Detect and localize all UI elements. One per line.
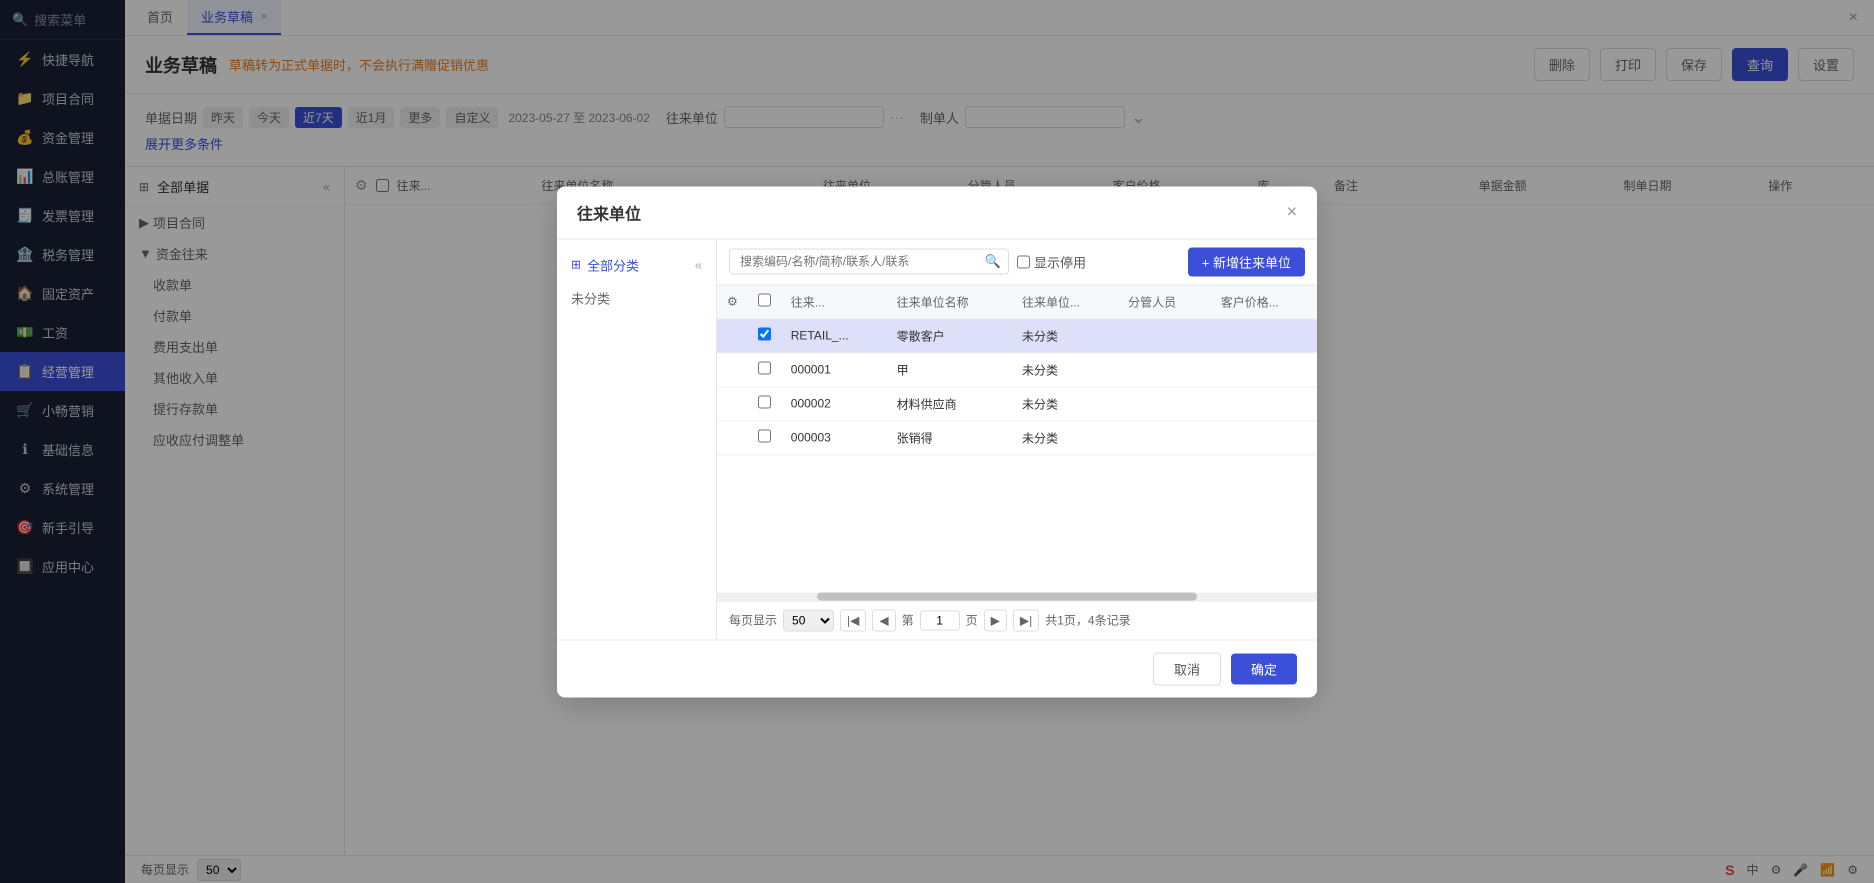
row-category-0: 未分类 xyxy=(1012,319,1118,353)
table-row[interactable]: 000001 甲 未分类 xyxy=(717,353,1317,387)
table-header-row: ⚙ 往来... 往来单位名称 往来单位... 分管人员 客户价格... xyxy=(717,285,1317,319)
dialog-main: 🔍 显示停用 + 新增往来单位 ⚙ 往来... 往来单位名称 xyxy=(717,239,1317,639)
table-row[interactable]: 000003 张销得 未分类 xyxy=(717,421,1317,455)
sidebar-grid-icon: ⊞ xyxy=(571,258,581,272)
dialog-sidebar-header: ⊞ 全部分类 « xyxy=(557,247,716,282)
cancel-button[interactable]: 取消 xyxy=(1153,652,1221,685)
dialog-sidebar-unclassified[interactable]: 未分类 xyxy=(557,282,716,313)
dialog-search-icon: 🔍 xyxy=(985,254,1001,270)
col-category-header: 往来单位... xyxy=(1012,285,1118,319)
dialog-close-btn[interactable]: × xyxy=(1286,202,1297,223)
col-check-header xyxy=(748,285,781,319)
dialog-scrollbar-thumb[interactable] xyxy=(817,592,1197,600)
row-category-1: 未分类 xyxy=(1012,353,1118,387)
row-price-1 xyxy=(1211,353,1317,387)
row-manager-1 xyxy=(1118,353,1211,387)
row-checkbox-1[interactable] xyxy=(758,362,771,375)
col-price-header: 客户价格... xyxy=(1211,285,1317,319)
table-row[interactable]: 000002 材料供应商 未分类 xyxy=(717,387,1317,421)
row-code-1: 000001 xyxy=(781,353,887,387)
counterpart-dialog: 往来单位 × ⊞ 全部分类 « 未分类 🔍 显示停用 xyxy=(557,186,1317,697)
row-price-2 xyxy=(1211,387,1317,421)
dialog-table: ⚙ 往来... 往来单位名称 往来单位... 分管人员 客户价格... RETA… xyxy=(717,285,1317,592)
row-name-1: 甲 xyxy=(887,353,1012,387)
col-manager-header: 分管人员 xyxy=(1118,285,1211,319)
row-code-3: 000003 xyxy=(781,421,887,455)
total-label: 共1页，4条记录 xyxy=(1045,612,1130,629)
first-page-btn[interactable]: |◀ xyxy=(840,609,866,631)
row-check-3 xyxy=(748,421,781,455)
dialog-scrollbar-area xyxy=(717,592,1317,600)
show-disabled-checkbox[interactable] xyxy=(1017,255,1030,268)
show-disabled-text: 显示停用 xyxy=(1034,252,1086,271)
col-name-header: 往来单位名称 xyxy=(887,285,1012,319)
dialog-toolbar: 🔍 显示停用 + 新增往来单位 xyxy=(717,239,1317,285)
row-name-3: 张销得 xyxy=(887,421,1012,455)
row-check-0 xyxy=(748,319,781,353)
dialog-sidebar-unclassified-label: 未分类 xyxy=(571,291,610,306)
row-settings-1 xyxy=(717,353,748,387)
row-checkbox-0[interactable] xyxy=(758,328,771,341)
row-manager-2 xyxy=(1118,387,1211,421)
add-counterpart-btn[interactable]: + 新增往来单位 xyxy=(1188,247,1305,276)
dialog-search-wrap: 🔍 xyxy=(729,249,1009,275)
row-manager-3 xyxy=(1118,421,1211,455)
row-code-0: RETAIL_... xyxy=(781,319,887,353)
row-name-0: 零散客户 xyxy=(887,319,1012,353)
dialog-sidebar-title: 全部分类 xyxy=(587,255,639,274)
show-disabled-label[interactable]: 显示停用 xyxy=(1017,252,1086,271)
row-settings-0 xyxy=(717,319,748,353)
page-suffix: 页 xyxy=(966,612,978,629)
row-category-2: 未分类 xyxy=(1012,387,1118,421)
prev-page-btn[interactable]: ◀ xyxy=(872,609,895,631)
row-code-2: 000002 xyxy=(781,387,887,421)
row-price-3 xyxy=(1211,421,1317,455)
table-row[interactable]: RETAIL_... 零散客户 未分类 xyxy=(717,319,1317,353)
row-checkbox-2[interactable] xyxy=(758,396,771,409)
table-select-all[interactable] xyxy=(758,294,771,307)
dialog-sidebar-collapse-btn[interactable]: « xyxy=(695,257,702,272)
dialog-body: ⊞ 全部分类 « 未分类 🔍 显示停用 + 新增往来单位 xyxy=(557,239,1317,639)
dialog-table-pagination: 每页显示 50 20 100 |◀ ◀ 第 页 ▶ ▶| 共1页，4条记录 xyxy=(717,600,1317,639)
row-name-2: 材料供应商 xyxy=(887,387,1012,421)
page-word: 第 xyxy=(902,612,914,629)
col-settings-header: ⚙ xyxy=(717,285,748,319)
row-price-0 xyxy=(1211,319,1317,353)
dialog-search-input[interactable] xyxy=(729,249,1009,275)
dialog-title: 往来单位 xyxy=(577,200,641,224)
row-manager-0 xyxy=(1118,319,1211,353)
dialog-actions: 取消 确定 xyxy=(557,639,1317,697)
row-checkbox-3[interactable] xyxy=(758,430,771,443)
row-check-2 xyxy=(748,387,781,421)
per-page-select[interactable]: 50 20 100 xyxy=(783,609,834,631)
col-code-header: 往来... xyxy=(781,285,887,319)
dialog-header: 往来单位 × xyxy=(557,186,1317,239)
page-number-input[interactable] xyxy=(920,610,960,630)
row-settings-2 xyxy=(717,387,748,421)
next-page-btn[interactable]: ▶ xyxy=(984,609,1007,631)
dialog-sidebar: ⊞ 全部分类 « 未分类 xyxy=(557,239,717,639)
confirm-button[interactable]: 确定 xyxy=(1231,653,1297,684)
last-page-btn[interactable]: ▶| xyxy=(1013,609,1039,631)
counterpart-table: ⚙ 往来... 往来单位名称 往来单位... 分管人员 客户价格... RETA… xyxy=(717,285,1317,455)
row-settings-3 xyxy=(717,421,748,455)
per-page-label: 每页显示 xyxy=(729,612,777,629)
row-check-1 xyxy=(748,353,781,387)
row-category-3: 未分类 xyxy=(1012,421,1118,455)
